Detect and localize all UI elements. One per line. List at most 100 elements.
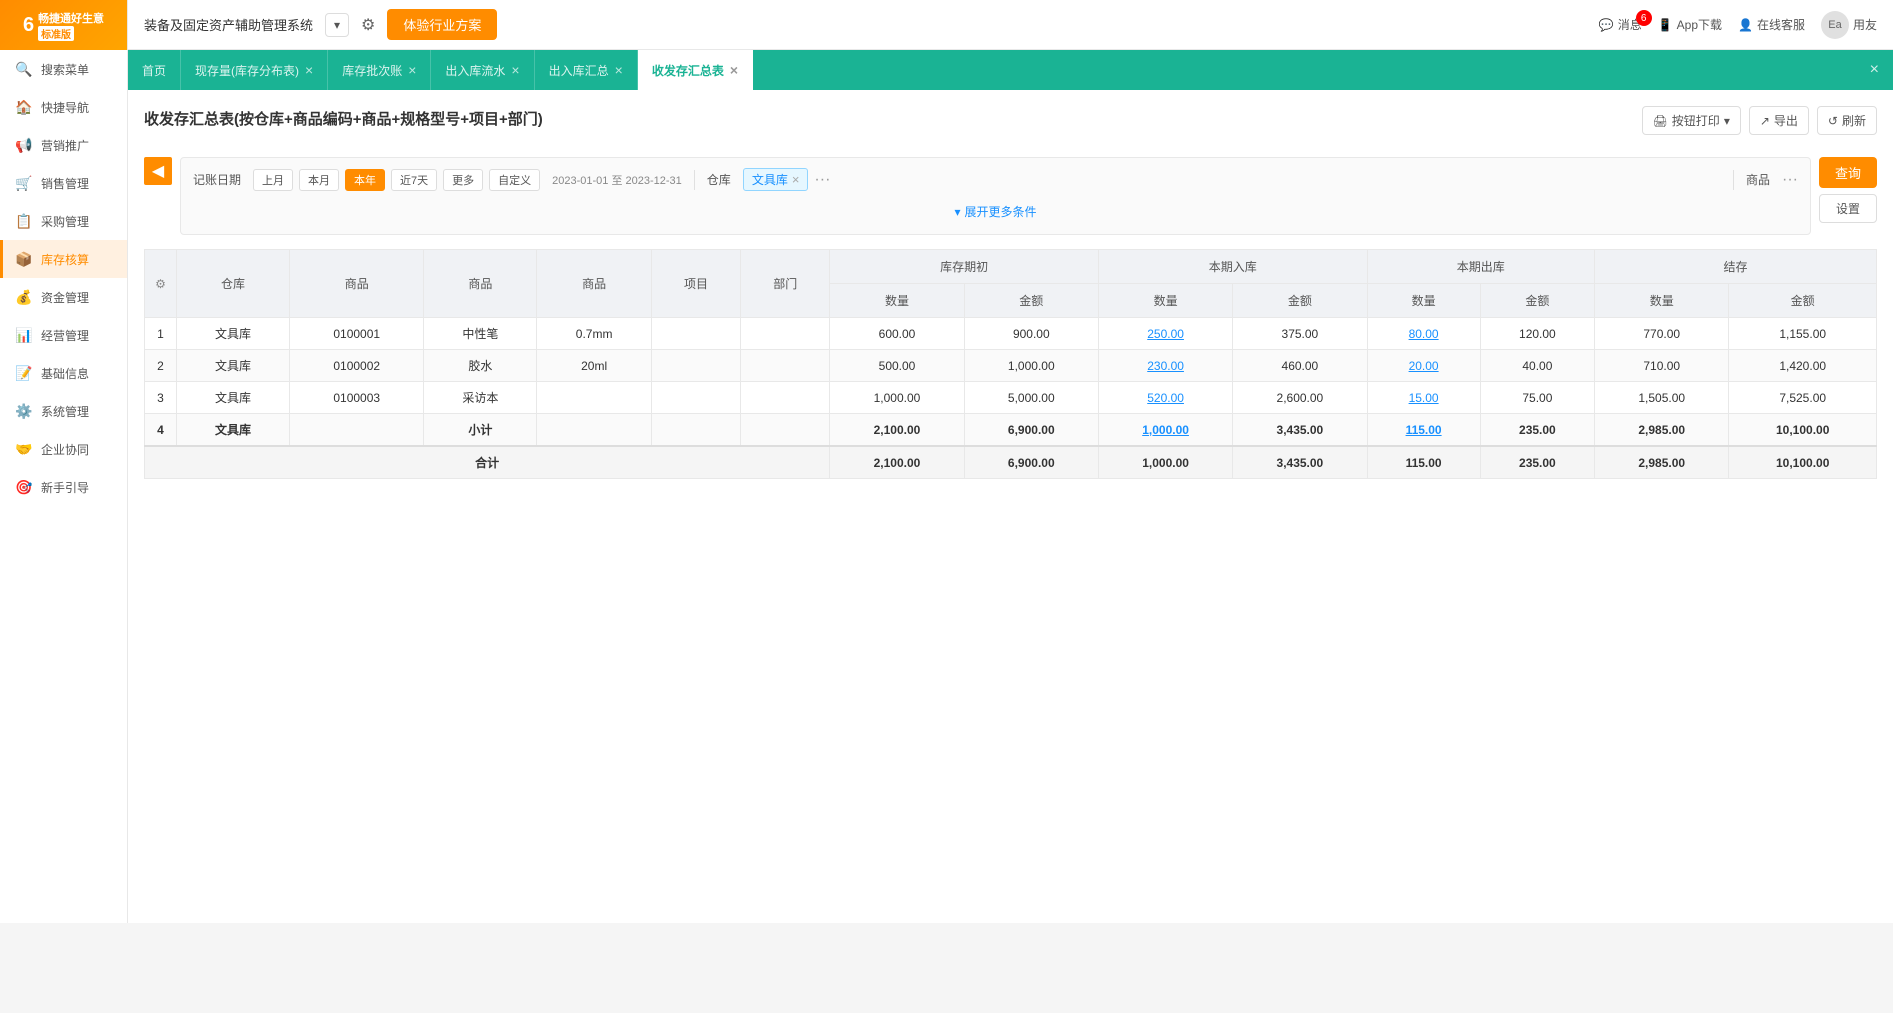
sidebar-item-finance[interactable]: 💰 资金管理 xyxy=(0,278,127,316)
table-row: 4文具库小计2,100.006,900.001,000.003,435.0011… xyxy=(145,414,1877,447)
goods-more[interactable]: ··· xyxy=(1782,171,1798,189)
tab-inventory-dist[interactable]: 现存量(库存分布表) × xyxy=(181,50,328,90)
cell-closing-qty: 770.00 xyxy=(1595,318,1729,350)
tab-bar: 首页 现存量(库存分布表) × 库存批次账 × 出入库流水 × 出入库汇总 × … xyxy=(128,50,1893,90)
title-toolbar-row: 收发存汇总表(按仓库+商品编码+商品+规格型号+项目+部门) 🖨 按钮打印 ▾ … xyxy=(144,106,1877,145)
filter-panel: 记账日期 上月 本月 本年 近7天 更多 自定义 2023-01-01 至 20… xyxy=(180,157,1811,235)
tab-batch-ledger[interactable]: 库存批次账 × xyxy=(328,50,431,90)
cell-out-amount: 40.00 xyxy=(1480,350,1594,382)
cell-no: 3 xyxy=(145,382,177,414)
trial-button[interactable]: 体验行业方案 xyxy=(387,9,497,40)
cell-out-qty[interactable]: 15.00 xyxy=(1367,382,1480,414)
filter-settings-button[interactable]: 设置 xyxy=(1819,194,1877,223)
sidebar-item-sales[interactable]: 🛒 销售管理 xyxy=(0,164,127,202)
divider xyxy=(694,170,695,190)
toolbar: 🖨 按钮打印 ▾ ↗ 导出 ↺ 刷新 xyxy=(1642,106,1877,135)
date-btn-this-year[interactable]: 本年 xyxy=(345,169,385,191)
cell-out-qty[interactable]: 115.00 xyxy=(1367,414,1480,447)
th-out: 本期出库 xyxy=(1367,250,1595,284)
tab-home[interactable]: 首页 xyxy=(128,50,181,90)
date-btn-custom[interactable]: 自定义 xyxy=(489,169,540,191)
th-out-amount: 金额 xyxy=(1480,284,1594,318)
cell-project xyxy=(651,414,740,447)
tab-recv-send-summary-close[interactable]: × xyxy=(730,63,738,77)
sidebar-menu: 🔍 搜索菜单 🏠 快捷导航 📢 营销推广 🛒 销售管理 📋 采购管理 📦 库存核… xyxy=(0,50,127,923)
date-btn-more[interactable]: 更多 xyxy=(443,169,483,191)
sidebar-item-inventory[interactable]: 📦 库存核算 xyxy=(0,240,127,278)
page-container: 收发存汇总表(按仓库+商品编码+商品+规格型号+项目+部门) 🖨 按钮打印 ▾ … xyxy=(128,90,1893,923)
print-button[interactable]: 🖨 按钮打印 ▾ xyxy=(1642,106,1741,135)
sidebar-item-operations[interactable]: 📊 经营管理 xyxy=(0,316,127,354)
app-download-item[interactable]: 📱 App下载 xyxy=(1658,16,1722,33)
sidebar-item-marketing[interactable]: 📢 营销推广 xyxy=(0,126,127,164)
tab-inventory-dist-close[interactable]: × xyxy=(305,63,313,77)
date-btn-last-month[interactable]: 上月 xyxy=(253,169,293,191)
cell-in-amount: 3,435.00 xyxy=(1233,414,1367,447)
search-icon: 🔍 xyxy=(15,60,33,78)
avatar: Ea xyxy=(1821,11,1849,39)
tab-inout-flow-close[interactable]: × xyxy=(511,63,519,77)
filter-toggle[interactable]: ◀ xyxy=(144,157,172,185)
warehouse-more[interactable]: ··· xyxy=(814,171,830,189)
tab-batch-ledger-close[interactable]: × xyxy=(408,63,416,77)
expand-more[interactable]: ▾ 展开更多条件 xyxy=(193,199,1798,224)
tab-batch-ledger-label: 库存批次账 xyxy=(342,62,402,79)
sidebar-item-label: 采购管理 xyxy=(41,213,89,230)
message-item[interactable]: 💬 6 消息 xyxy=(1599,16,1642,33)
chevron-down-icon: ▾ xyxy=(1724,114,1730,128)
cell-goods-name: 中性笔 xyxy=(424,318,537,350)
cell-opening-qty: 2,100.00 xyxy=(830,414,964,447)
refresh-button[interactable]: ↺ 刷新 xyxy=(1817,106,1877,135)
export-button[interactable]: ↗ 导出 xyxy=(1749,106,1809,135)
cell-in-qty[interactable]: 520.00 xyxy=(1098,382,1232,414)
print-icon: 🖨 xyxy=(1653,114,1668,128)
sidebar-item-basic-info[interactable]: 📝 基础信息 xyxy=(0,354,127,392)
system-select[interactable]: ▾ xyxy=(325,13,349,37)
warehouse-tag-close[interactable]: × xyxy=(792,172,800,187)
cell-closing-amount: 1,155.00 xyxy=(1729,318,1877,350)
total-in-amount: 3,435.00 xyxy=(1233,446,1367,479)
warehouse-tag-value: 文具库 xyxy=(752,171,788,188)
tab-bar-close[interactable]: × xyxy=(1856,61,1893,79)
cell-out-qty[interactable]: 80.00 xyxy=(1367,318,1480,350)
tab-inout-summary-close[interactable]: × xyxy=(615,63,623,77)
date-btn-7days[interactable]: 近7天 xyxy=(391,169,437,191)
cell-opening-amount: 900.00 xyxy=(964,318,1098,350)
user-item[interactable]: Ea 用友 xyxy=(1821,11,1877,39)
query-button[interactable]: 查询 xyxy=(1819,157,1877,188)
data-table: ⚙ 仓库 商品 商品 商品 项目 部门 库存期初 本期入库 本期出库 结存 xyxy=(144,249,1877,479)
system-name: 装备及固定资产辅助管理系统 xyxy=(144,15,313,34)
settings-icon[interactable]: ⚙ xyxy=(361,15,375,35)
th-closing-amount: 金额 xyxy=(1729,284,1877,318)
sidebar-item-system[interactable]: ⚙️ 系统管理 xyxy=(0,392,127,430)
cell-in-qty[interactable]: 230.00 xyxy=(1098,350,1232,382)
cell-project xyxy=(651,382,740,414)
th-in: 本期入库 xyxy=(1098,250,1367,284)
cell-opening-qty: 500.00 xyxy=(830,350,964,382)
warehouse-tag[interactable]: 文具库 × xyxy=(743,168,809,191)
cell-out-qty[interactable]: 20.00 xyxy=(1367,350,1480,382)
tab-recv-send-summary[interactable]: 收发存汇总表 × xyxy=(638,50,753,90)
cell-goods-spec xyxy=(537,382,651,414)
tab-inout-summary[interactable]: 出入库汇总 × xyxy=(535,50,638,90)
tab-recv-send-summary-label: 收发存汇总表 xyxy=(652,62,724,79)
sidebar-item-quick-nav[interactable]: 🏠 快捷导航 xyxy=(0,88,127,126)
cell-opening-qty: 600.00 xyxy=(830,318,964,350)
sidebar-item-cooperation[interactable]: 🤝 企业协同 xyxy=(0,430,127,468)
tab-inout-flow[interactable]: 出入库流水 × xyxy=(431,50,534,90)
cell-in-qty[interactable]: 1,000.00 xyxy=(1098,414,1232,447)
online-service-item[interactable]: 👤 在线客服 xyxy=(1738,16,1805,33)
cell-department xyxy=(741,350,830,382)
cell-in-qty[interactable]: 250.00 xyxy=(1098,318,1232,350)
date-btn-this-month[interactable]: 本月 xyxy=(299,169,339,191)
column-settings-icon[interactable]: ⚙ xyxy=(155,277,166,291)
cell-closing-amount: 1,420.00 xyxy=(1729,350,1877,382)
th-settings[interactable]: ⚙ xyxy=(145,250,177,318)
table-row: 2文具库0100002胶水20ml500.001,000.00230.00460… xyxy=(145,350,1877,382)
cooperation-icon: 🤝 xyxy=(15,440,33,458)
sidebar-item-search[interactable]: 🔍 搜索菜单 xyxy=(0,50,127,88)
sidebar-item-purchase[interactable]: 📋 采购管理 xyxy=(0,202,127,240)
sidebar-item-guide[interactable]: 🎯 新手引导 xyxy=(0,468,127,506)
date-shortcuts: 上月 本月 本年 近7天 更多 自定义 xyxy=(253,169,540,191)
cell-in-amount: 2,600.00 xyxy=(1233,382,1367,414)
